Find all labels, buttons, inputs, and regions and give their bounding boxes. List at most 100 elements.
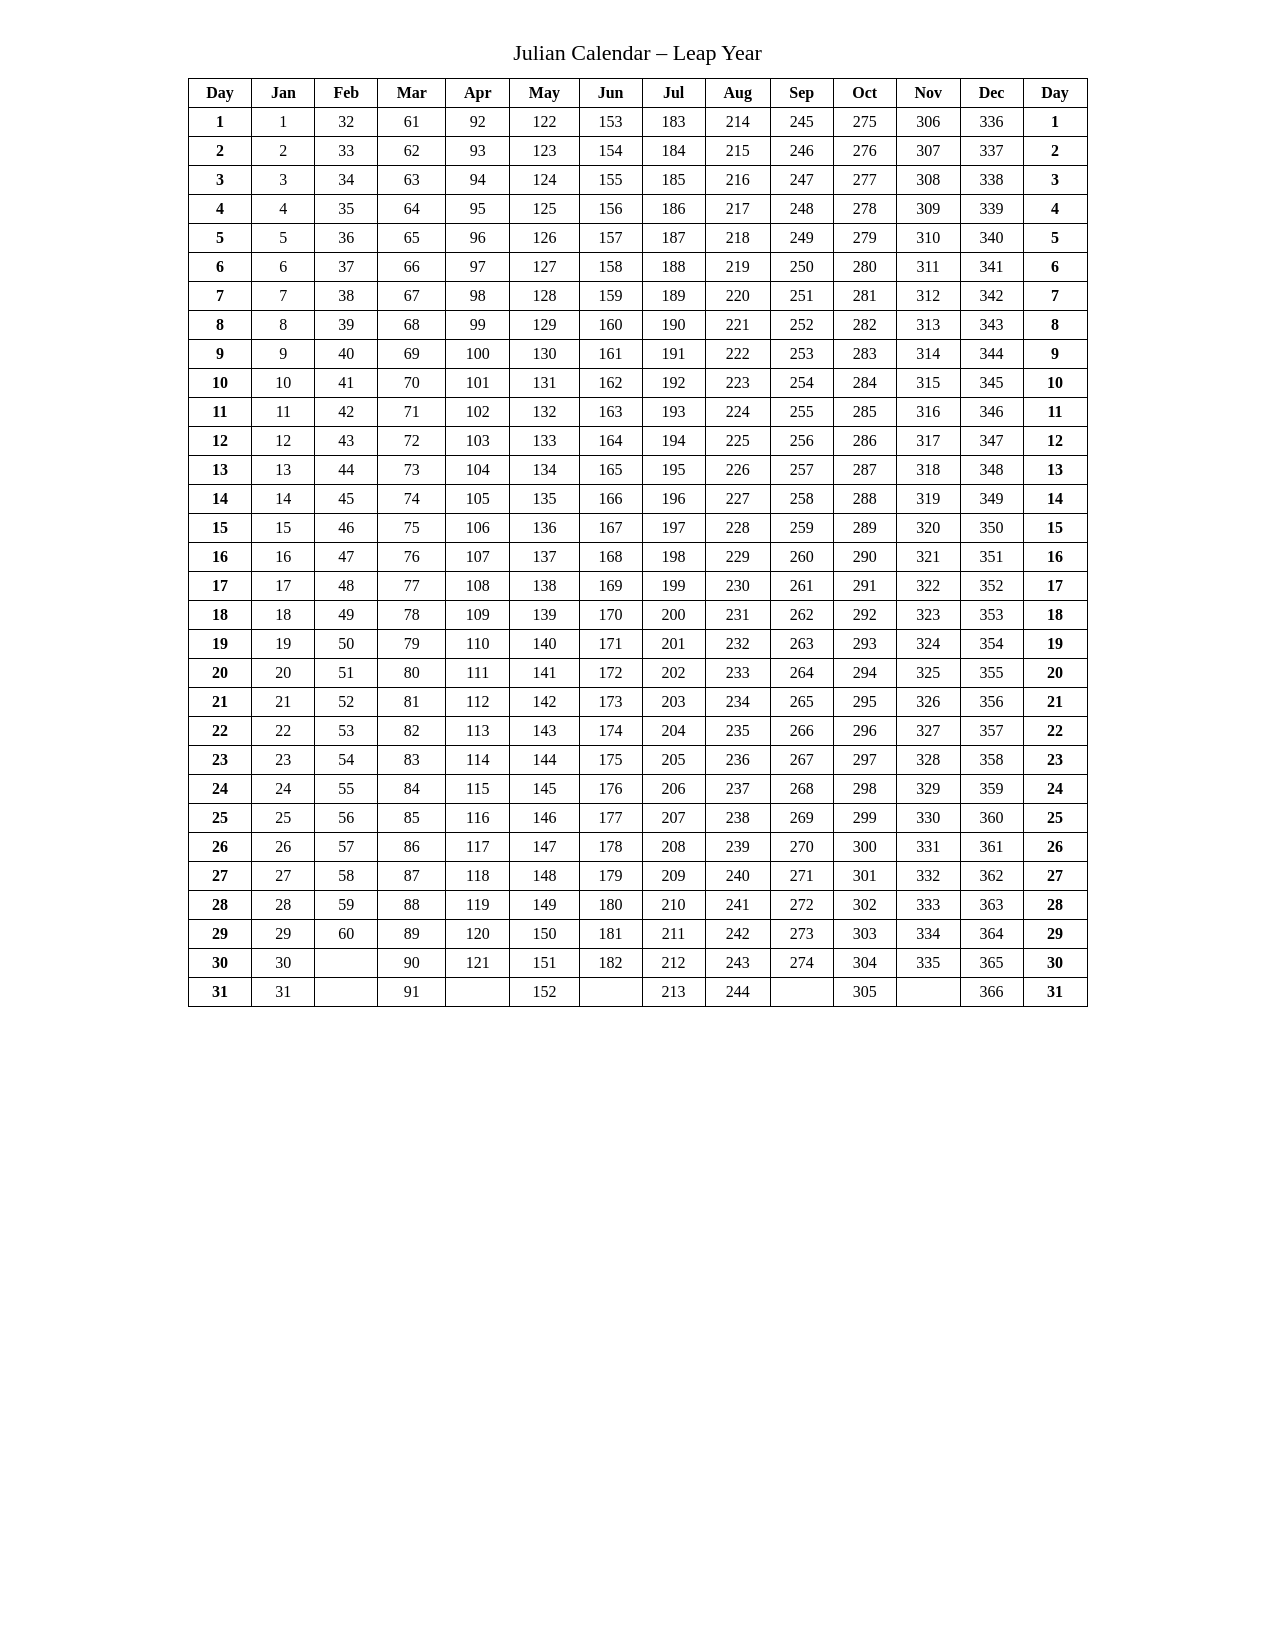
cell-jul: 192 xyxy=(642,369,705,398)
cell-nov: 310 xyxy=(896,224,960,253)
cell-mar: 69 xyxy=(378,340,446,369)
cell-jul: 191 xyxy=(642,340,705,369)
cell-sep: 250 xyxy=(770,253,833,282)
cell-jan: 16 xyxy=(252,543,315,572)
cell-sep: 256 xyxy=(770,427,833,456)
day-number-left: 21 xyxy=(188,688,252,717)
cell-oct: 277 xyxy=(833,166,896,195)
cell-dec: 361 xyxy=(960,833,1023,862)
cell-jul: 183 xyxy=(642,108,705,137)
cell-aug: 214 xyxy=(705,108,770,137)
day-number-right: 19 xyxy=(1023,630,1087,659)
cell-jan: 5 xyxy=(252,224,315,253)
cell-aug: 244 xyxy=(705,978,770,1007)
cell-dec: 346 xyxy=(960,398,1023,427)
cell-may: 136 xyxy=(510,514,579,543)
day-number-right: 5 xyxy=(1023,224,1087,253)
day-number-right: 17 xyxy=(1023,572,1087,601)
cell-mar: 81 xyxy=(378,688,446,717)
cell-jun: 153 xyxy=(579,108,642,137)
cell-sep: 266 xyxy=(770,717,833,746)
cell-dec: 355 xyxy=(960,659,1023,688)
cell-apr: 120 xyxy=(446,920,510,949)
cell-apr: 113 xyxy=(446,717,510,746)
day-number-left: 24 xyxy=(188,775,252,804)
cell-jul: 190 xyxy=(642,311,705,340)
cell-jul: 197 xyxy=(642,514,705,543)
cell-feb: 36 xyxy=(315,224,378,253)
cell-nov: 306 xyxy=(896,108,960,137)
cell-nov: 314 xyxy=(896,340,960,369)
cell-dec: 343 xyxy=(960,311,1023,340)
table-row: 2525568511614617720723826929933036025 xyxy=(188,804,1087,833)
cell-oct: 291 xyxy=(833,572,896,601)
cell-mar: 75 xyxy=(378,514,446,543)
cell-feb: 33 xyxy=(315,137,378,166)
cell-aug: 231 xyxy=(705,601,770,630)
cell-feb: 57 xyxy=(315,833,378,862)
cell-jun: 163 xyxy=(579,398,642,427)
cell-mar: 74 xyxy=(378,485,446,514)
day-number-right: 4 xyxy=(1023,195,1087,224)
cell-mar: 62 xyxy=(378,137,446,166)
table-row: 2929608912015018121124227330333436429 xyxy=(188,920,1087,949)
cell-aug: 216 xyxy=(705,166,770,195)
cell-jul: 187 xyxy=(642,224,705,253)
cell-feb: 46 xyxy=(315,514,378,543)
cell-apr: 105 xyxy=(446,485,510,514)
table-row: 223362931231541842152462763073372 xyxy=(188,137,1087,166)
cell-dec: 341 xyxy=(960,253,1023,282)
cell-mar: 82 xyxy=(378,717,446,746)
cell-may: 123 xyxy=(510,137,579,166)
cell-aug: 240 xyxy=(705,862,770,891)
cell-jan: 10 xyxy=(252,369,315,398)
cell-aug: 227 xyxy=(705,485,770,514)
cell-sep: 270 xyxy=(770,833,833,862)
cell-jun: 164 xyxy=(579,427,642,456)
cell-aug: 232 xyxy=(705,630,770,659)
cell-sep: 246 xyxy=(770,137,833,166)
cell-dec: 365 xyxy=(960,949,1023,978)
cell-nov: 327 xyxy=(896,717,960,746)
cell-oct: 276 xyxy=(833,137,896,166)
table-row: 1616477610713716819822926029032135116 xyxy=(188,543,1087,572)
cell-feb: 47 xyxy=(315,543,378,572)
cell-feb: 52 xyxy=(315,688,378,717)
cell-sep: 261 xyxy=(770,572,833,601)
cell-apr: 104 xyxy=(446,456,510,485)
table-row: 2626578611714717820823927030033136126 xyxy=(188,833,1087,862)
cell-dec: 338 xyxy=(960,166,1023,195)
cell-apr: 118 xyxy=(446,862,510,891)
cell-apr: 101 xyxy=(446,369,510,398)
day-number-right: 3 xyxy=(1023,166,1087,195)
cell-feb: 53 xyxy=(315,717,378,746)
cell-oct: 282 xyxy=(833,311,896,340)
cell-oct: 302 xyxy=(833,891,896,920)
cell-may: 133 xyxy=(510,427,579,456)
cell-sep: 263 xyxy=(770,630,833,659)
column-header-may: May xyxy=(510,79,579,108)
cell-jun xyxy=(579,978,642,1007)
cell-feb: 39 xyxy=(315,311,378,340)
day-number-right: 1 xyxy=(1023,108,1087,137)
page-container: Julian Calendar – Leap Year DayJanFebMar… xyxy=(188,40,1088,1007)
cell-sep: 249 xyxy=(770,224,833,253)
cell-jan: 6 xyxy=(252,253,315,282)
cell-jul: 203 xyxy=(642,688,705,717)
cell-jun: 170 xyxy=(579,601,642,630)
cell-aug: 230 xyxy=(705,572,770,601)
cell-jun: 176 xyxy=(579,775,642,804)
day-number-left: 26 xyxy=(188,833,252,862)
cell-jul: 212 xyxy=(642,949,705,978)
day-number-right: 27 xyxy=(1023,862,1087,891)
cell-jan: 4 xyxy=(252,195,315,224)
cell-nov: 320 xyxy=(896,514,960,543)
cell-nov: 328 xyxy=(896,746,960,775)
cell-aug: 243 xyxy=(705,949,770,978)
cell-jul: 189 xyxy=(642,282,705,311)
cell-may: 148 xyxy=(510,862,579,891)
cell-jul: 194 xyxy=(642,427,705,456)
cell-dec: 336 xyxy=(960,108,1023,137)
cell-sep: 259 xyxy=(770,514,833,543)
cell-may: 125 xyxy=(510,195,579,224)
